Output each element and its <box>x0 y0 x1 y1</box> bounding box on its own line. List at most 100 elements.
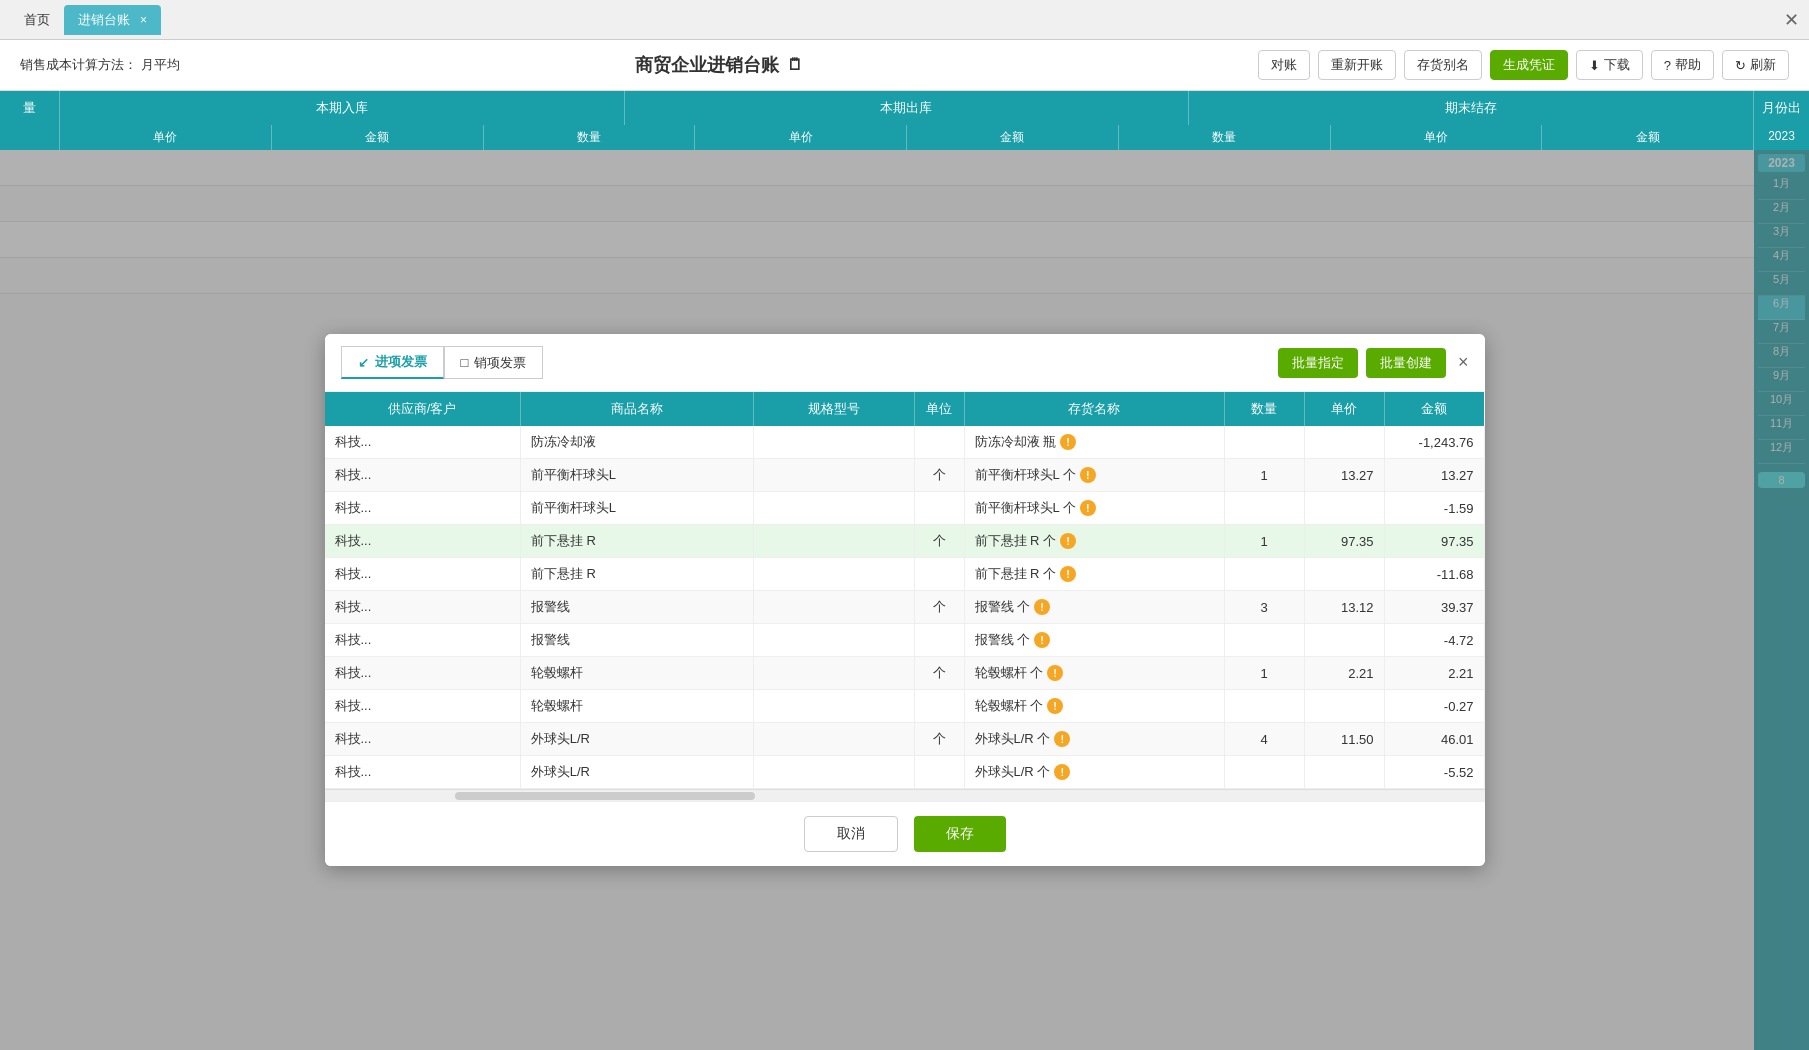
cell-spec <box>754 426 914 459</box>
cell-unit: 个 <box>914 591 964 624</box>
cell-unit-price <box>1304 756 1384 789</box>
batch-assign-button[interactable]: 批量指定 <box>1278 348 1358 378</box>
cell-inventory: 防冻冷却液 瓶! <box>964 426 1224 459</box>
cell-product-name: 报警线 <box>520 591 753 624</box>
cell-product-name: 前平衡杆球头L <box>520 459 753 492</box>
scrollbar-thumb[interactable] <box>455 792 755 800</box>
cell-amount: -1.59 <box>1384 492 1484 525</box>
bg-inbound-label: 本期入库 <box>60 91 625 125</box>
cell-unit <box>914 690 964 723</box>
cell-qty <box>1224 624 1304 657</box>
cell-amount: 39.37 <box>1384 591 1484 624</box>
cell-unit <box>914 426 964 459</box>
cell-qty <box>1224 558 1304 591</box>
cell-product-name: 报警线 <box>520 624 753 657</box>
tab-ledger[interactable]: 进销台账 × <box>64 5 161 35</box>
cell-amount: -4.72 <box>1384 624 1484 657</box>
cell-spec <box>754 459 914 492</box>
cell-amount: 13.27 <box>1384 459 1484 492</box>
cost-method: 销售成本计算方法： 月平均 <box>20 56 180 74</box>
tab-bar: 首页 进销台账 × ✕ <box>0 0 1809 40</box>
cell-spec <box>754 624 914 657</box>
help-icon: ? <box>1664 58 1671 73</box>
sub-amount-end: 金额 <box>1542 125 1754 150</box>
warning-icon: ! <box>1080 467 1096 483</box>
cell-unit: 个 <box>914 459 964 492</box>
tab-close-icon[interactable]: × <box>140 13 147 27</box>
warning-icon: ! <box>1047 698 1063 714</box>
download-button[interactable]: ⬇ 下载 <box>1576 50 1643 80</box>
inventory-name-text: 外球头L/R 个 <box>975 764 1051 779</box>
toolbar-buttons: 对账 重新开账 存货别名 生成凭证 ⬇ 下载 ? 帮助 ↻ 刷新 <box>1258 50 1789 80</box>
save-button[interactable]: 保存 <box>914 816 1006 852</box>
cell-spec <box>754 657 914 690</box>
cell-supplier: 科技... <box>325 426 521 459</box>
warning-icon: ! <box>1054 764 1070 780</box>
cell-unit: 个 <box>914 525 964 558</box>
cell-inventory: 外球头L/R 个! <box>964 723 1224 756</box>
cell-supplier: 科技... <box>325 492 521 525</box>
cell-unit-price: 13.27 <box>1304 459 1384 492</box>
tab-home[interactable]: 首页 <box>10 5 64 35</box>
inventory-name-text: 前下悬挂 R 个 <box>975 566 1057 581</box>
tab-incoming-label: 进项发票 <box>375 353 427 371</box>
side-panel-header: 月份出 <box>1754 91 1809 125</box>
cell-qty: 1 <box>1224 525 1304 558</box>
table-row: 科技...轮毂螺杆轮毂螺杆 个!-0.27 <box>325 690 1485 723</box>
main-area: 销售成本计算方法： 月平均 商贸企业进销台账 🗒 对账 重新开账 存货别名 生成… <box>0 40 1809 1050</box>
cancel-button[interactable]: 取消 <box>804 816 898 852</box>
cell-qty <box>1224 426 1304 459</box>
cell-product-name: 轮毂螺杆 <box>520 690 753 723</box>
modal-table-container[interactable]: 供应商/客户 商品名称 规格型号 单位 存货名称 数量 单价 金额 科 <box>325 392 1485 801</box>
side-year: 2023 <box>1754 125 1809 150</box>
bg-table-section-header: 量 本期入库 本期出库 期末结存 月份出 <box>0 91 1809 125</box>
cell-unit-price: 97.35 <box>1304 525 1384 558</box>
reconcile-button[interactable]: 对账 <box>1258 50 1310 80</box>
table-header-row: 供应商/客户 商品名称 规格型号 单位 存货名称 数量 单价 金额 <box>325 392 1485 426</box>
tab-outgoing-invoice[interactable]: □ 销项发票 <box>444 346 544 379</box>
cell-unit-price: 11.50 <box>1304 723 1384 756</box>
cell-product-name: 外球头L/R <box>520 723 753 756</box>
window-close-icon[interactable]: ✕ <box>1784 9 1799 31</box>
refresh-button[interactable]: ↻ 刷新 <box>1722 50 1789 80</box>
tab-incoming-invoice[interactable]: ↙ 进项发票 <box>341 346 444 379</box>
warning-icon: ! <box>1060 533 1076 549</box>
cell-supplier: 科技... <box>325 657 521 690</box>
cell-qty: 1 <box>1224 459 1304 492</box>
modal-close-button[interactable]: × <box>1458 352 1469 373</box>
inventory-name-text: 前平衡杆球头L 个 <box>975 467 1076 482</box>
table-row: 科技...前下悬挂 R个前下悬挂 R 个!197.3597.35 <box>325 525 1485 558</box>
cell-qty <box>1224 690 1304 723</box>
cell-unit: 个 <box>914 723 964 756</box>
inventory-name-text: 防冻冷却液 瓶 <box>975 434 1057 449</box>
table-row: 科技...前下悬挂 R前下悬挂 R 个!-11.68 <box>325 558 1485 591</box>
inventory-name-text: 报警线 个 <box>975 599 1031 614</box>
cell-qty <box>1224 756 1304 789</box>
table-row: 科技...轮毂螺杆个轮毂螺杆 个!12.212.21 <box>325 657 1485 690</box>
refresh-icon: ↻ <box>1735 58 1746 73</box>
cost-method-label: 销售成本计算方法： <box>20 57 137 72</box>
warning-icon: ! <box>1060 434 1076 450</box>
cell-inventory: 轮毂螺杆 个! <box>964 657 1224 690</box>
sub-qty-out: 数量 <box>484 125 696 150</box>
cell-inventory: 前下悬挂 R 个! <box>964 525 1224 558</box>
cell-supplier: 科技... <box>325 723 521 756</box>
save-alias-button[interactable]: 存货别名 <box>1404 50 1482 80</box>
cell-product-name: 前下悬挂 R <box>520 558 753 591</box>
generate-voucher-button[interactable]: 生成凭证 <box>1490 50 1568 80</box>
table-row: 科技...报警线个报警线 个!313.1239.37 <box>325 591 1485 624</box>
cell-unit <box>914 756 964 789</box>
sub-unit-price-end: 单价 <box>1331 125 1543 150</box>
cell-amount: 46.01 <box>1384 723 1484 756</box>
warning-icon: ! <box>1060 566 1076 582</box>
reopen-button[interactable]: 重新开账 <box>1318 50 1396 80</box>
inventory-name-text: 轮毂螺杆 个 <box>975 698 1044 713</box>
th-product-name: 商品名称 <box>520 392 753 426</box>
sub-amount-in: 金额 <box>272 125 484 150</box>
incoming-invoice-icon: ↙ <box>358 355 369 370</box>
horizontal-scrollbar[interactable] <box>325 789 1485 801</box>
header-toolbar: 销售成本计算方法： 月平均 商贸企业进销台账 🗒 对账 重新开账 存货别名 生成… <box>0 40 1809 91</box>
help-button[interactable]: ? 帮助 <box>1651 50 1714 80</box>
bg-sub-header: 单价 金额 数量 单价 金额 数量 单价 金额 2023 <box>0 125 1809 150</box>
batch-create-button[interactable]: 批量创建 <box>1366 348 1446 378</box>
